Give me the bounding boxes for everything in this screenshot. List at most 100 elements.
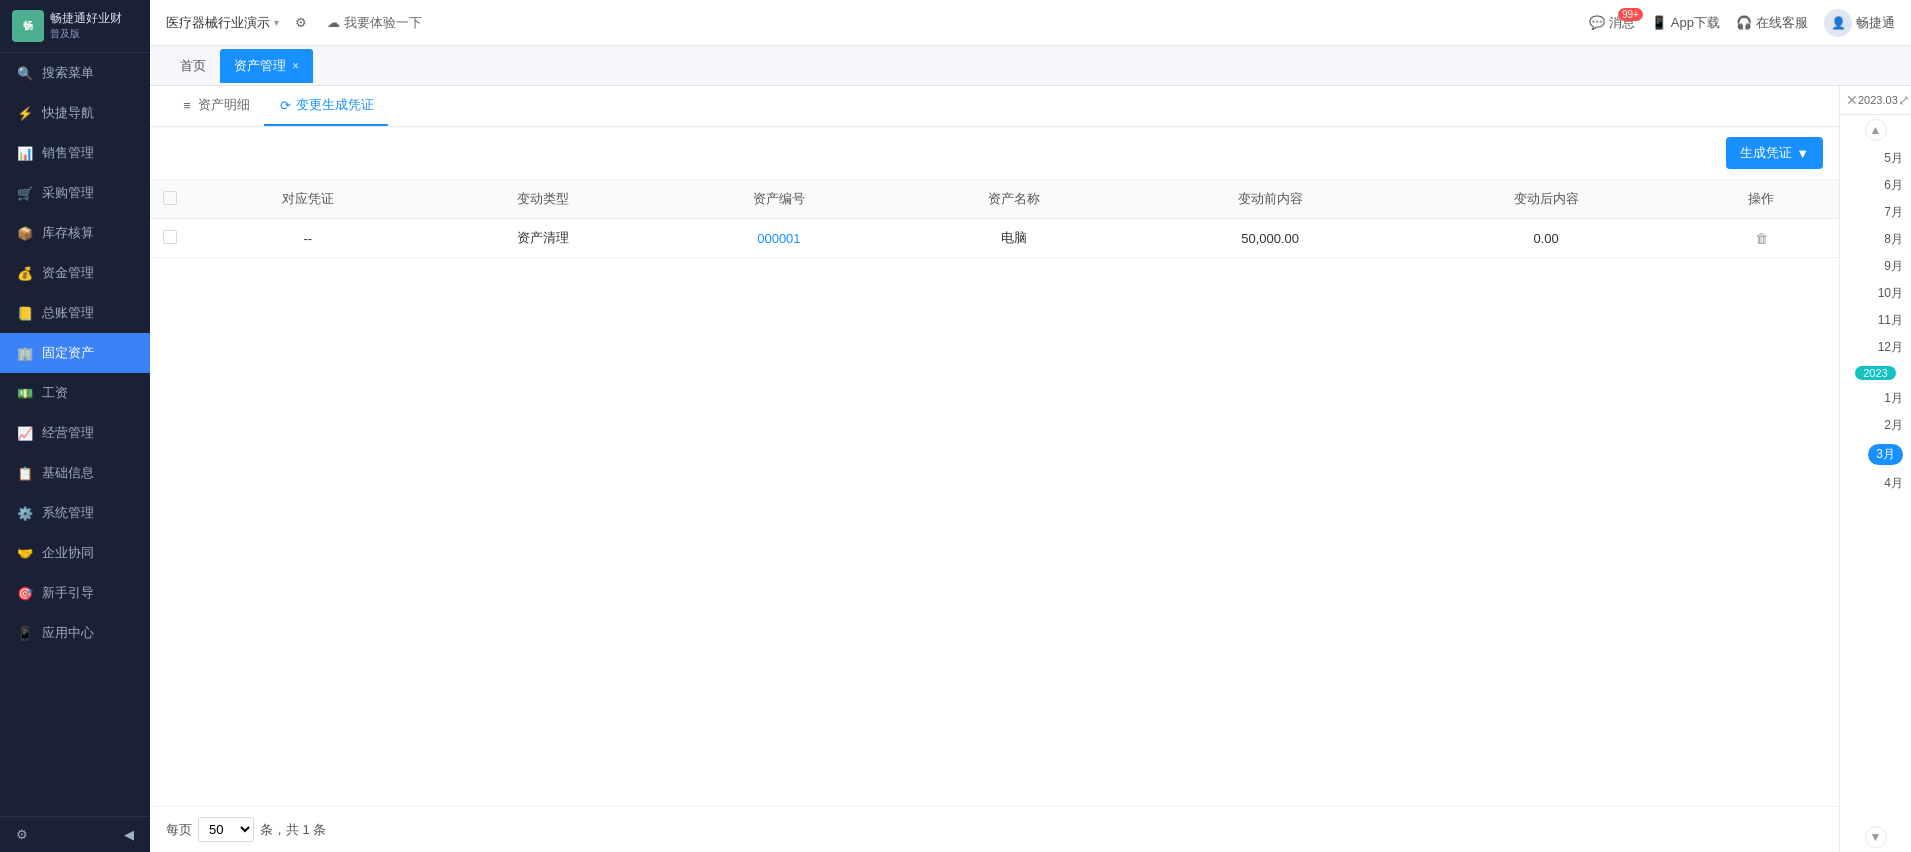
sidebar-item-label: 系统管理 — [42, 504, 94, 522]
calendar-month-10[interactable]: 10月 — [1840, 280, 1911, 307]
sidebar-item-operations[interactable]: 📈 经营管理 — [0, 413, 150, 453]
sidebar-item-cooperation[interactable]: 🤝 企业协同 — [0, 533, 150, 573]
customer-service-label: 在线客服 — [1756, 14, 1808, 32]
quicknav-icon: ⚡ — [16, 104, 34, 122]
calendar-month-3-active[interactable]: 3月 — [1840, 439, 1911, 470]
assets-icon: 🏢 — [16, 344, 34, 362]
sidebar-logo: 畅 畅捷通好业财 普及版 — [0, 0, 150, 53]
sidebar: 畅 畅捷通好业财 普及版 🔍 搜索菜单 ⚡ 快捷导航 📊 销售管理 🛒 采购管理… — [0, 0, 150, 852]
customer-service-icon: 🎧 — [1736, 15, 1752, 30]
inner-tab-asset-detail[interactable]: ≡ 资产明细 — [166, 86, 264, 126]
sidebar-item-capital[interactable]: 💰 资金管理 — [0, 253, 150, 293]
calendar-month-2[interactable]: 2月 — [1840, 412, 1911, 439]
user-menu[interactable]: 👤 畅捷通 — [1824, 9, 1895, 37]
active-month-label: 3月 — [1868, 444, 1903, 465]
sidebar-item-ledger[interactable]: 📒 总账管理 — [0, 293, 150, 333]
calendar-month-9[interactable]: 9月 — [1840, 253, 1911, 280]
sidebar-item-inventory[interactable]: 📦 库存核算 — [0, 213, 150, 253]
sidebar-item-sales[interactable]: 📊 销售管理 — [0, 133, 150, 173]
user-name: 畅捷通 — [1856, 14, 1895, 32]
toolbar: 生成凭证 ▼ — [150, 127, 1839, 180]
calendar-month-5[interactable]: 5月 — [1840, 145, 1911, 172]
table-header-row: 对应凭证 变动类型 资产编号 资产名称 变动前内容 变动后内容 操作 — [150, 180, 1839, 219]
salary-icon: 💵 — [16, 384, 34, 402]
calendar-month-6[interactable]: 6月 — [1840, 172, 1911, 199]
tab-assets-management[interactable]: 资产管理 × — [220, 49, 313, 83]
calendar-month-1[interactable]: 1月 — [1840, 385, 1911, 412]
tab-close-icon[interactable]: × — [292, 59, 299, 73]
search-nav-icon: 🔍 — [16, 64, 34, 82]
row-checkbox[interactable] — [163, 230, 177, 244]
capital-icon: 💰 — [16, 264, 34, 282]
guide-icon: 🎯 — [16, 584, 34, 602]
year-2023-badge[interactable]: 2023 — [1855, 366, 1895, 380]
select-all-checkbox[interactable] — [163, 191, 177, 205]
generate-voucher-button[interactable]: 生成凭证 ▼ — [1726, 137, 1823, 169]
sidebar-item-guide[interactable]: 🎯 新手引导 — [0, 573, 150, 613]
asset-detail-icon: ≡ — [180, 98, 194, 112]
collapse-sidebar-icon[interactable]: ◀ — [124, 827, 134, 842]
basicinfo-icon: 📋 — [16, 464, 34, 482]
settings-footer-icon[interactable]: ⚙ — [16, 827, 28, 842]
calendar-month-12[interactable]: 12月 — [1840, 334, 1911, 361]
sidebar-nav: 🔍 搜索菜单 ⚡ 快捷导航 📊 销售管理 🛒 采购管理 📦 库存核算 💰 资金管… — [0, 53, 150, 816]
sidebar-item-quicknav[interactable]: ⚡ 快捷导航 — [0, 93, 150, 133]
sidebar-item-label: 应用中心 — [42, 624, 94, 642]
col-before: 变动前内容 — [1132, 180, 1408, 219]
experience-label: 我要体验一下 — [344, 14, 422, 32]
inner-tab-change-voucher[interactable]: ⟳ 变更生成凭证 — [264, 86, 388, 126]
sidebar-item-label: 资金管理 — [42, 264, 94, 282]
delete-row-icon[interactable]: 🗑 — [1755, 231, 1768, 246]
ledger-icon: 📒 — [16, 304, 34, 322]
sidebar-item-appcenter[interactable]: 📱 应用中心 — [0, 613, 150, 653]
tabbar: 首页 资产管理 × — [150, 46, 1911, 86]
calendar-header: ✕ 2023.03 ⤢ — [1840, 86, 1911, 115]
calendar-nav-up[interactable]: ▲ — [1865, 119, 1887, 141]
sidebar-item-assets[interactable]: 🏢 固定资产 — [0, 333, 150, 373]
message-icon: 💬 — [1589, 15, 1605, 30]
calendar-nav-down[interactable]: ▼ — [1865, 826, 1887, 848]
col-asset-name: 资产名称 — [897, 180, 1133, 219]
calendar-expand-icon[interactable]: ⤢ — [1898, 92, 1910, 108]
generate-voucher-arrow-icon: ▼ — [1796, 146, 1809, 161]
company-selector[interactable]: 医疗器械行业演示 ▾ — [166, 14, 279, 32]
experience-btn[interactable]: ☁ 我要体验一下 — [327, 14, 422, 32]
calendar-month-8[interactable]: 8月 — [1840, 226, 1911, 253]
sidebar-item-purchase[interactable]: 🛒 采购管理 — [0, 173, 150, 213]
sidebar-item-system[interactable]: ⚙️ 系统管理 — [0, 493, 150, 533]
per-page-select[interactable]: 50 10 20 100 — [198, 817, 254, 842]
sidebar-item-label: 企业协同 — [42, 544, 94, 562]
row-voucher: -- — [190, 219, 426, 258]
calendar-month-7[interactable]: 7月 — [1840, 199, 1911, 226]
calendar-month-11[interactable]: 11月 — [1840, 307, 1911, 334]
sidebar-item-label: 采购管理 — [42, 184, 94, 202]
table-header-checkbox[interactable] — [150, 180, 190, 219]
table-row: -- 资产清理 000001 电脑 50,000.00 0.00 🗑 — [150, 219, 1839, 258]
avatar: 👤 — [1824, 9, 1852, 37]
app-download-btn[interactable]: 📱 App下载 — [1651, 14, 1720, 32]
row-checkbox-cell[interactable] — [150, 219, 190, 258]
calendar-months-list: 5月 6月 7月 8月 9月 10月 11月 12月 2023 1月 2月 3月… — [1840, 145, 1911, 822]
tab-home[interactable]: 首页 — [166, 49, 220, 83]
sidebar-item-label: 新手引导 — [42, 584, 94, 602]
sidebar-footer: ⚙ ◀ — [0, 816, 150, 852]
tab-active-label: 资产管理 — [234, 57, 286, 75]
col-change-type: 变动类型 — [426, 180, 662, 219]
col-voucher: 对应凭证 — [190, 180, 426, 219]
inner-tab-label: 资产明细 — [198, 96, 250, 114]
sidebar-item-label: 搜索菜单 — [42, 64, 94, 82]
calendar-year-tag[interactable]: 2023 — [1840, 361, 1911, 385]
sidebar-item-salary[interactable]: 💵 工资 — [0, 373, 150, 413]
content-area: ≡ 资产明细 ⟳ 变更生成凭证 生成凭证 ▼ — [150, 86, 1911, 852]
sidebar-item-label: 工资 — [42, 384, 68, 402]
customer-service-btn[interactable]: 🎧 在线客服 — [1736, 14, 1808, 32]
logo-icon-text: 畅 — [23, 19, 33, 33]
calendar-month-4[interactable]: 4月 — [1840, 470, 1911, 497]
sidebar-item-search[interactable]: 🔍 搜索菜单 — [0, 53, 150, 93]
topbar-gear-icon[interactable]: ⚙ — [295, 15, 307, 30]
logo-badge: 普及版 — [50, 27, 122, 41]
sidebar-item-basicinfo[interactable]: 📋 基础信息 — [0, 453, 150, 493]
message-btn[interactable]: 💬 消息 99+ — [1589, 14, 1635, 32]
change-voucher-icon: ⟳ — [278, 98, 292, 112]
calendar-close-icon[interactable]: ✕ — [1846, 92, 1858, 108]
